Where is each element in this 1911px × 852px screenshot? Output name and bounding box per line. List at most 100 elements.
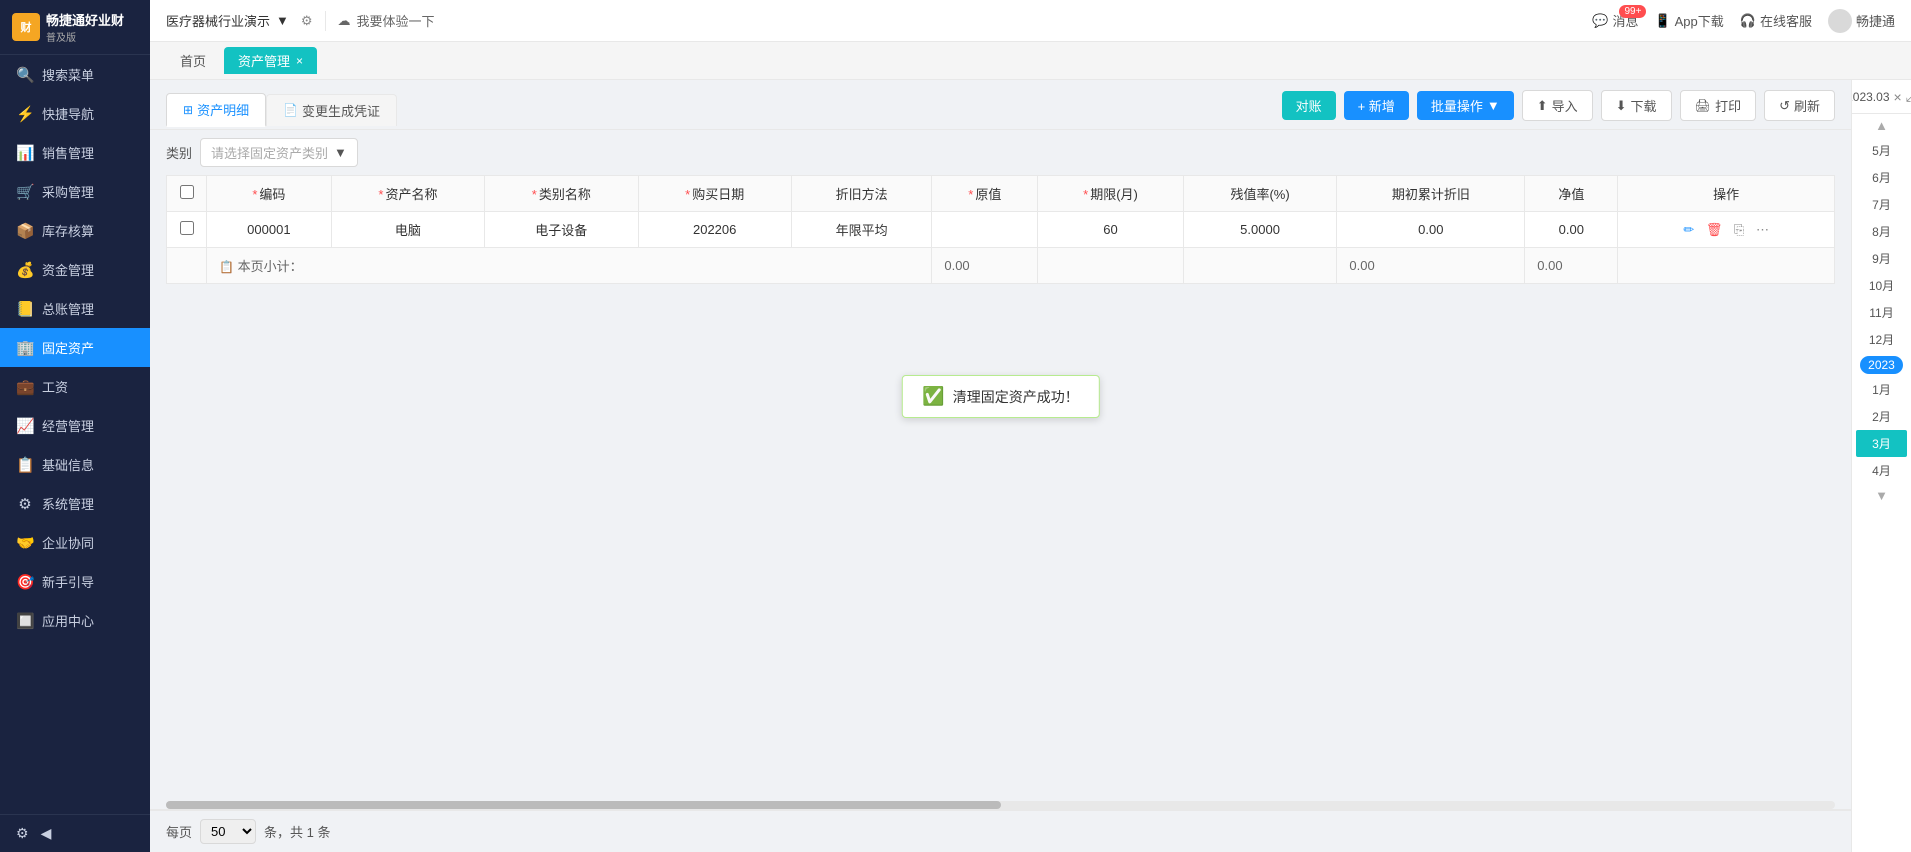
user-menu[interactable]: 畅捷通 — [1828, 9, 1895, 33]
import-icon: ⬆ — [1537, 98, 1548, 114]
subtab-asset-detail[interactable]: ⊞ 资产明细 — [166, 93, 266, 127]
sidebar-item-purchase[interactable]: 🛒 采购管理 — [0, 172, 150, 211]
main-content-row: ⊞ 资产明细 📄 变更生成凭证 对账 + 新增 批量操作 ▼ — [150, 80, 1911, 852]
sidebar-item-inventory[interactable]: 📦 库存核算 — [0, 211, 150, 250]
sidebar-item-guide[interactable]: 🎯 新手引导 — [0, 562, 150, 601]
tab-home[interactable]: 首页 — [166, 47, 220, 74]
new-btn[interactable]: + 新增 — [1344, 91, 1409, 120]
right-panel-year: 2023.03 — [1851, 90, 1890, 104]
sidebar-item-operations[interactable]: 📈 经营管理 — [0, 406, 150, 445]
service-btn[interactable]: 🎧 在线客服 — [1740, 11, 1812, 30]
basic-info-icon: 📋 — [16, 456, 34, 474]
import-btn[interactable]: ⬆ 导入 — [1522, 90, 1593, 121]
edit-icon[interactable]: ✏ — [1683, 222, 1694, 237]
subtotal-label: 📋 本页小计： — [207, 248, 932, 284]
download-icon: ⬇ — [1616, 98, 1627, 114]
horizontal-scrollbar[interactable] — [166, 801, 1835, 809]
cell-depreciation: 年限平均 — [791, 212, 931, 248]
month-6[interactable]: 6月 — [1852, 164, 1911, 191]
avatar — [1828, 9, 1852, 33]
filter-dropdown-icon: ▼ — [334, 145, 347, 160]
right-panel-up-btn[interactable]: ▲ — [1852, 114, 1911, 137]
category-select[interactable]: 请选择固定资产类别 ▼ — [200, 138, 358, 167]
row-checkbox[interactable] — [180, 221, 194, 235]
more-icon[interactable]: ⋯ — [1756, 222, 1769, 237]
tab-asset-management[interactable]: 资产管理 × — [224, 47, 317, 74]
right-panel-down-btn[interactable]: ▼ — [1852, 484, 1911, 507]
month-3-current[interactable]: 3月 — [1856, 430, 1907, 457]
batch-btn[interactable]: 批量操作 ▼ — [1417, 91, 1514, 120]
subtab-icon-voucher: 📄 — [283, 103, 298, 117]
download-btn[interactable]: ⬇ 下载 — [1601, 90, 1672, 121]
ledger-icon: 📒 — [16, 300, 34, 318]
message-icon: 💬 — [1592, 13, 1608, 29]
sidebar-item-system[interactable]: ⚙ 系统管理 — [0, 484, 150, 523]
company-selector[interactable]: 医疗器械行业演示 ▼ — [166, 11, 289, 30]
sidebar-logo: 财 畅捷通好业财 普及版 — [0, 0, 150, 55]
sidebar-item-fixed-assets[interactable]: 🏢 固定资产 — [0, 328, 150, 367]
sidebar-item-payroll[interactable]: 💼 工资 — [0, 367, 150, 406]
table-header-row: *编码 *资产名称 *类别名称 *购买日期 折旧方法 *原值 *期限(月) 残值… — [167, 176, 1835, 212]
year-2023[interactable]: 2023 — [1860, 356, 1903, 374]
month-2[interactable]: 2月 — [1852, 403, 1911, 430]
cooperation-icon: 🤝 — [16, 534, 34, 552]
month-12[interactable]: 12月 — [1852, 326, 1911, 353]
user-name: 畅捷通 — [1856, 11, 1895, 30]
filterbar: 类别 请选择固定资产类别 ▼ — [150, 130, 1851, 175]
subtab-voucher[interactable]: 📄 变更生成凭证 — [266, 94, 397, 126]
month-1[interactable]: 1月 — [1852, 376, 1911, 403]
toast-check-icon: ✅ — [922, 386, 944, 407]
right-panel-close-icon[interactable]: × — [1894, 89, 1902, 105]
month-7[interactable]: 7月 — [1852, 191, 1911, 218]
subtotal-residual — [1183, 248, 1337, 284]
subtab-icon-detail: ⊞ — [183, 103, 193, 117]
select-all-checkbox[interactable] — [180, 185, 194, 199]
collapse-icon[interactable]: ◀ — [41, 825, 52, 842]
right-panel-expand-icon[interactable]: ⤢ — [1906, 88, 1911, 105]
col-code: *编码 — [207, 176, 332, 212]
subtotal-original: 0.00 — [932, 248, 1038, 284]
sidebar-item-funds[interactable]: 💰 资金管理 — [0, 250, 150, 289]
sidebar-label-system: 系统管理 — [42, 494, 94, 513]
asset-table: *编码 *资产名称 *类别名称 *购买日期 折旧方法 *原值 *期限(月) 残值… — [166, 175, 1835, 284]
sidebar-item-ledger[interactable]: 📒 总账管理 — [0, 289, 150, 328]
print-btn[interactable]: 🖨 打印 — [1680, 90, 1757, 121]
operations-icon: 📈 — [16, 417, 34, 435]
tab-close-icon[interactable]: × — [296, 54, 303, 68]
sidebar-item-basic-info[interactable]: 📋 基础信息 — [0, 445, 150, 484]
copy-icon[interactable]: ⎘ — [1734, 222, 1744, 237]
sidebar-item-search[interactable]: 🔍 搜索菜单 — [0, 55, 150, 94]
sidebar-label-funds: 资金管理 — [42, 260, 94, 279]
subtabbar: ⊞ 资产明细 📄 变更生成凭证 对账 + 新增 批量操作 ▼ — [150, 80, 1851, 130]
month-11[interactable]: 11月 — [1852, 299, 1911, 326]
delete-icon[interactable]: 🗑 — [1706, 222, 1723, 237]
col-initial-dep: 期初累计折旧 — [1337, 176, 1525, 212]
month-5[interactable]: 5月 — [1852, 137, 1911, 164]
app-download-btn[interactable]: 📱 App下载 — [1654, 11, 1723, 30]
per-page-select[interactable]: 50 100 — [200, 819, 256, 844]
message-btn[interactable]: 💬 消息 99+ — [1592, 11, 1638, 30]
col-net-value: 净值 — [1525, 176, 1618, 212]
sidebar-item-sales[interactable]: 📊 销售管理 — [0, 133, 150, 172]
sidebar-item-cooperation[interactable]: 🤝 企业协同 — [0, 523, 150, 562]
service-label: 在线客服 — [1760, 11, 1812, 30]
settings-icon[interactable]: ⚙ — [16, 825, 29, 842]
cell-name: 电脑 — [331, 212, 484, 248]
refresh-btn[interactable]: ↺ 刷新 — [1764, 90, 1835, 121]
experience-btn[interactable]: ☁ 我要体验一下 — [338, 11, 435, 30]
month-8[interactable]: 8月 — [1852, 218, 1911, 245]
right-panel: 2023.03 × ⤢ ▲ 5月 6月 7月 8月 9月 10月 11月 12月… — [1851, 80, 1911, 852]
app-download-label: App下载 — [1675, 11, 1724, 30]
tabbar: 首页 资产管理 × — [150, 42, 1911, 80]
reconcile-btn[interactable]: 对账 — [1282, 91, 1336, 120]
sidebar-item-quick-nav[interactable]: ⚡ 快捷导航 — [0, 94, 150, 133]
scrollbar-thumb[interactable] — [166, 801, 1001, 809]
month-9[interactable]: 9月 — [1852, 245, 1911, 272]
sidebar-item-app-center[interactable]: 🔲 应用中心 — [0, 601, 150, 640]
month-10[interactable]: 10月 — [1852, 272, 1911, 299]
month-4[interactable]: 4月 — [1852, 457, 1911, 484]
cell-initial-dep: 0.00 — [1337, 212, 1525, 248]
sidebar-label-payroll: 工资 — [42, 377, 68, 396]
settings-gear-icon[interactable]: ⚙ — [301, 13, 313, 29]
payroll-icon: 💼 — [16, 378, 34, 396]
